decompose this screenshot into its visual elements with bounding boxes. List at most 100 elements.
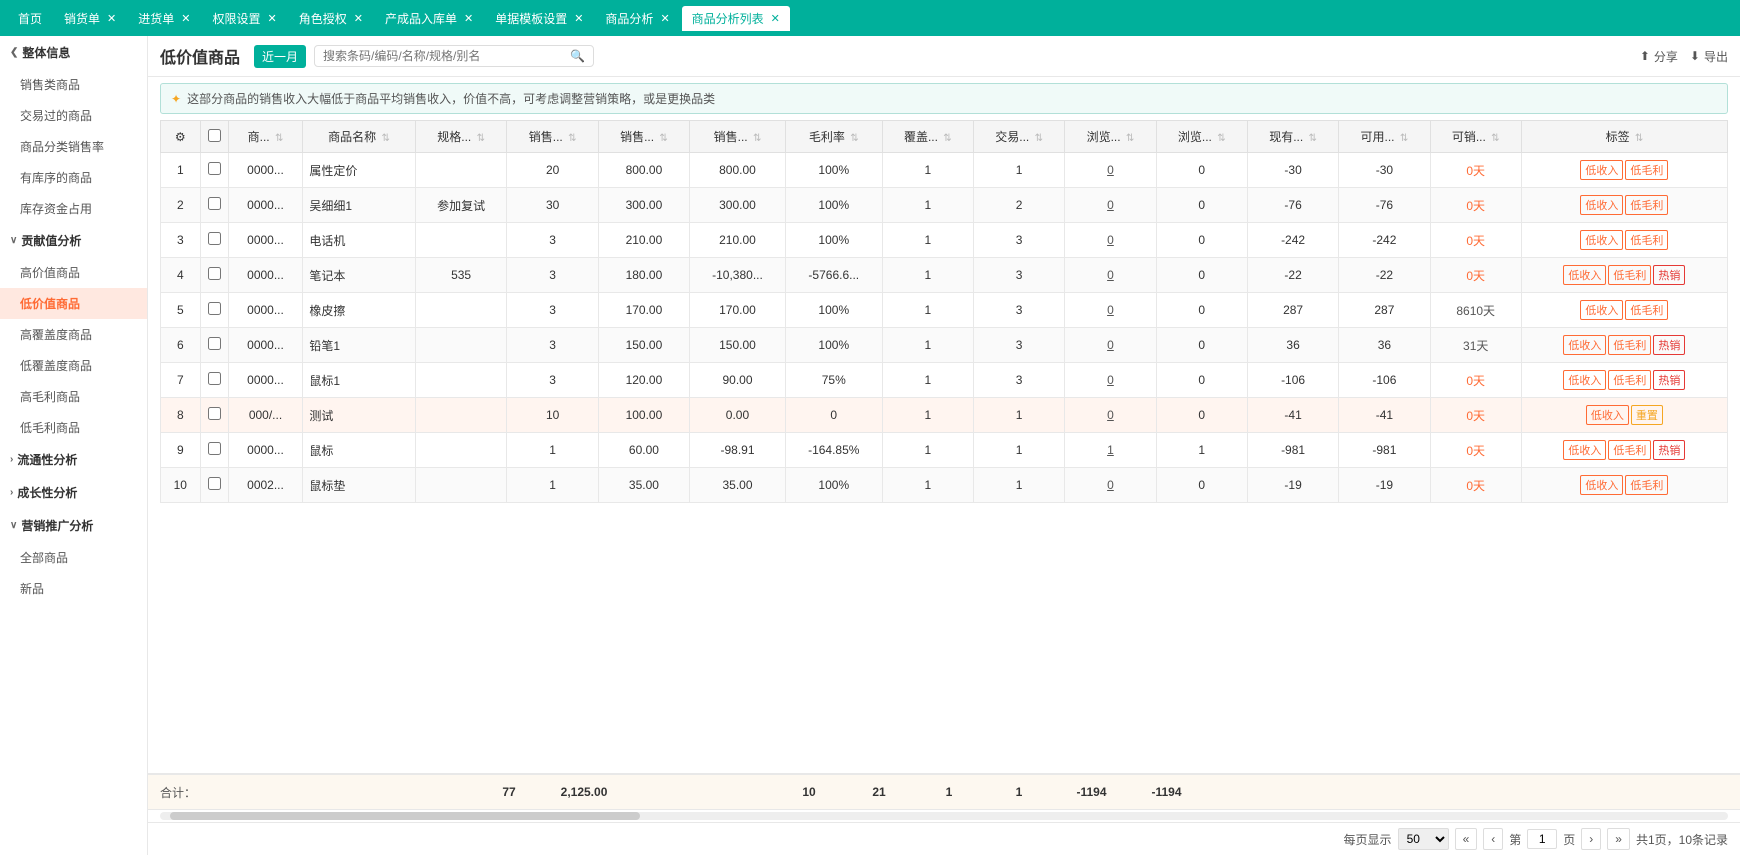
th-code[interactable]: 商... ⇅ [228, 121, 303, 153]
th-tags[interactable]: 标签 ⇅ [1521, 121, 1727, 153]
row-checkbox[interactable] [208, 407, 221, 420]
cell-checkbox[interactable] [200, 293, 228, 328]
th-settings[interactable]: ⚙ [161, 121, 201, 153]
row-checkbox[interactable] [208, 337, 221, 350]
sidebar-item-low-coverage[interactable]: 低覆盖度商品 [0, 350, 147, 381]
sidebar-item-high-coverage[interactable]: 高覆盖度商品 [0, 319, 147, 350]
page-number-input[interactable] [1527, 829, 1557, 849]
cell-checkbox[interactable] [200, 188, 228, 223]
th-view2[interactable]: 浏览... ⇅ [1156, 121, 1247, 153]
view1-link[interactable]: 1 [1107, 443, 1114, 457]
scroll-track[interactable] [160, 812, 1728, 820]
search-input[interactable] [323, 49, 566, 63]
th-view1[interactable]: 浏览... ⇅ [1065, 121, 1156, 153]
th-trade[interactable]: 交易... ⇅ [973, 121, 1064, 153]
th-gross-rate[interactable]: 毛利率 ⇅ [785, 121, 882, 153]
th-saleable[interactable]: 可销... ⇅ [1430, 121, 1521, 153]
cell-checkbox[interactable] [200, 328, 228, 363]
cell-view1[interactable]: 0 [1065, 398, 1156, 433]
sidebar-item-low-value[interactable]: 低价值商品 [0, 288, 147, 319]
export-button[interactable]: ⬇ 导出 [1690, 48, 1728, 65]
th-available[interactable]: 可用... ⇅ [1339, 121, 1430, 153]
th-coverage[interactable]: 覆盖... ⇅ [882, 121, 973, 153]
cell-view1[interactable]: 0 [1065, 328, 1156, 363]
sidebar-item-category-sales-rate[interactable]: 商品分类销售率 [0, 131, 147, 162]
nav-sales-order[interactable]: 销货单 ✕ [54, 6, 126, 31]
nav-product-analysis-list[interactable]: 商品分析列表 ✕ [682, 6, 790, 31]
nav-purchase-order[interactable]: 进货单 ✕ [128, 6, 200, 31]
view1-link[interactable]: 0 [1107, 268, 1114, 282]
select-all-checkbox[interactable] [208, 129, 221, 142]
row-checkbox[interactable] [208, 477, 221, 490]
row-checkbox[interactable] [208, 162, 221, 175]
sidebar-item-high-margin[interactable]: 高毛利商品 [0, 381, 147, 412]
cell-checkbox[interactable] [200, 363, 228, 398]
sidebar-group-overall[interactable]: ❮ 整体信息 [0, 36, 147, 69]
cell-checkbox[interactable] [200, 398, 228, 433]
cell-view1[interactable]: 0 [1065, 188, 1156, 223]
th-current-stock[interactable]: 现有... ⇅ [1247, 121, 1338, 153]
sidebar-item-all-products[interactable]: 全部商品 [0, 542, 147, 573]
view1-link[interactable]: 0 [1107, 338, 1114, 352]
cell-checkbox[interactable] [200, 258, 228, 293]
cell-view1[interactable]: 0 [1065, 363, 1156, 398]
sidebar-item-low-margin[interactable]: 低毛利商品 [0, 412, 147, 443]
row-checkbox[interactable] [208, 302, 221, 315]
sidebar-item-traded-products[interactable]: 交易过的商品 [0, 100, 147, 131]
sidebar-item-new-products[interactable]: 新品 [0, 573, 147, 604]
share-button[interactable]: ⬆ 分享 [1640, 48, 1678, 65]
nav-role-auth[interactable]: 角色授权 ✕ [289, 6, 373, 31]
first-page-button[interactable]: « [1455, 828, 1478, 850]
cell-view1[interactable]: 0 [1065, 153, 1156, 188]
cell-view1[interactable]: 0 [1065, 468, 1156, 503]
cell-checkbox[interactable] [200, 223, 228, 258]
scroll-thumb[interactable] [170, 812, 640, 820]
cell-view1[interactable]: 0 [1065, 293, 1156, 328]
view1-link[interactable]: 0 [1107, 198, 1114, 212]
view1-link[interactable]: 0 [1107, 408, 1114, 422]
sidebar-group-contribution[interactable]: ∨ 贡献值分析 [0, 224, 147, 257]
row-checkbox[interactable] [208, 372, 221, 385]
row-checkbox[interactable] [208, 267, 221, 280]
th-sale-qty[interactable]: 销售... ⇅ [507, 121, 598, 153]
view1-link[interactable]: 0 [1107, 163, 1114, 177]
sidebar-item-inventory-capital[interactable]: 库存资金占用 [0, 193, 147, 224]
last-page-button[interactable]: » [1607, 828, 1630, 850]
cell-checkbox[interactable] [200, 153, 228, 188]
nav-product-inbound[interactable]: 产成品入库单 ✕ [375, 6, 483, 31]
nav-home[interactable]: 首页 [8, 6, 52, 31]
next-page-button[interactable]: › [1581, 828, 1601, 850]
nav-permissions[interactable]: 权限设置 ✕ [202, 6, 286, 31]
view1-link[interactable]: 0 [1107, 233, 1114, 247]
sidebar-group-growth[interactable]: › 成长性分析 [0, 476, 147, 509]
view1-link[interactable]: 0 [1107, 303, 1114, 317]
th-name[interactable]: 商品名称 ⇅ [303, 121, 415, 153]
sidebar-group-marketing[interactable]: ∨ 营销推广分析 [0, 509, 147, 542]
th-checkbox[interactable] [200, 121, 228, 153]
nav-product-analysis[interactable]: 商品分析 ✕ [595, 6, 679, 31]
row-checkbox[interactable] [208, 232, 221, 245]
period-button[interactable]: 近一月 [254, 45, 306, 68]
sidebar-group-liquidity[interactable]: › 流通性分析 [0, 443, 147, 476]
view1-link[interactable]: 0 [1107, 373, 1114, 387]
th-sale-cost[interactable]: 销售... ⇅ [690, 121, 786, 153]
sidebar-item-sales-products[interactable]: 销售类商品 [0, 69, 147, 100]
prev-page-button[interactable]: ‹ [1483, 828, 1503, 850]
view1-link[interactable]: 0 [1107, 478, 1114, 492]
cell-view1[interactable]: 0 [1065, 223, 1156, 258]
per-page-select[interactable]: 50 100 200 [1398, 828, 1449, 850]
row-checkbox[interactable] [208, 442, 221, 455]
th-sale-amount[interactable]: 销售... ⇅ [598, 121, 689, 153]
nav-template-settings[interactable]: 单据模板设置 ✕ [485, 6, 593, 31]
row-checkbox[interactable] [208, 197, 221, 210]
search-icon[interactable]: 🔍 [570, 49, 585, 63]
th-spec[interactable]: 规格... ⇅ [415, 121, 507, 153]
sidebar-item-stock-products[interactable]: 有库序的商品 [0, 162, 147, 193]
horizontal-scrollbar[interactable] [148, 809, 1740, 822]
sidebar-item-high-value[interactable]: 高价值商品 [0, 257, 147, 288]
cell-view1[interactable]: 0 [1065, 258, 1156, 293]
cell-view1[interactable]: 1 [1065, 433, 1156, 468]
cell-checkbox[interactable] [200, 468, 228, 503]
cell-checkbox[interactable] [200, 433, 228, 468]
table-container[interactable]: ⚙ 商... ⇅ 商品名称 ⇅ 规格... ⇅ 销售... ⇅ 销售... ⇅ … [148, 120, 1740, 773]
